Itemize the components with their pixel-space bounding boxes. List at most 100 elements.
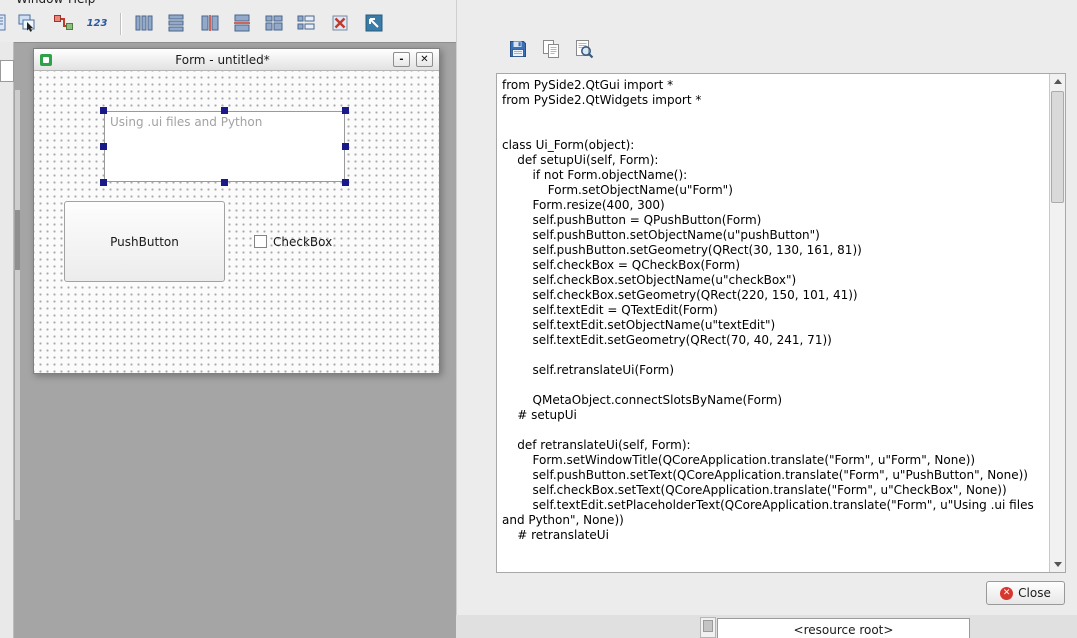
dialog-toolbar <box>505 36 597 62</box>
code-line: self.checkBox.setGeometry(QRect(220, 150… <box>502 288 1046 303</box>
form-editor-window: Form - untitled* - ✕ Using .ui files and… <box>33 48 440 374</box>
scroll-up-arrow[interactable] <box>1050 74 1065 89</box>
toolbar-partial-button[interactable] <box>0 10 12 36</box>
resource-root-label: <resource root> <box>794 623 894 637</box>
code-line <box>502 123 1046 138</box>
resource-browser-fragment: <resource root> <box>456 615 1077 638</box>
code-line: # setupUi <box>502 408 1046 423</box>
code-line <box>502 108 1046 123</box>
code-line: QMetaObject.connectSlotsByName(Form) <box>502 393 1046 408</box>
layout-horizontal-splitter-button[interactable] <box>197 10 223 36</box>
form-window-icon <box>40 54 52 66</box>
layout-horizontal-splitter-icon <box>199 12 221 34</box>
code-line: self.textEdit.setGeometry(QRect(70, 40, … <box>502 333 1046 348</box>
code-line: self.checkBox = QCheckBox(Form) <box>502 258 1046 273</box>
widgetbox-filter-fragment[interactable] <box>0 60 14 82</box>
scroll-down-arrow[interactable] <box>1050 557 1065 572</box>
code-line: Form.setObjectName(u"Form") <box>502 183 1046 198</box>
checkbox-widget[interactable]: CheckBox <box>254 221 355 262</box>
document-partial-icon <box>0 12 10 34</box>
layout-horizontal-icon <box>133 12 155 34</box>
save-icon <box>507 38 529 60</box>
selection-handle[interactable] <box>342 107 349 114</box>
code-line: from PySide2.QtGui import * <box>502 78 1046 93</box>
copy-button[interactable] <box>538 36 564 62</box>
widgetbox-scrollbar-handle[interactable] <box>15 210 20 270</box>
form-canvas[interactable]: Using .ui files and Python PushButton Ch… <box>34 71 439 373</box>
edit-signals-slots-button[interactable] <box>50 10 76 36</box>
code-preview-dialog: from PySide2.QtGui import *from PySide2.… <box>456 0 1077 615</box>
checkbox-indicator <box>254 235 267 248</box>
resource-scrollbar[interactable] <box>700 617 716 638</box>
layout-horizontal-button[interactable] <box>131 10 157 36</box>
widgetbox-panel-fragment <box>0 42 14 638</box>
layout-grid-icon <box>263 12 285 34</box>
code-line: self.pushButton = QPushButton(Form) <box>502 213 1046 228</box>
textedit-placeholder: Using .ui files and Python <box>104 111 345 182</box>
code-line: self.checkBox.setText(QCoreApplication.t… <box>502 483 1046 498</box>
code-line: def retranslateUi(self, Form): <box>502 438 1046 453</box>
code-line: self.textEdit.setObjectName(u"textEdit") <box>502 318 1046 333</box>
find-button[interactable] <box>571 36 597 62</box>
form-window-titlebar[interactable]: Form - untitled* - ✕ <box>34 49 439 71</box>
close-button[interactable]: ✕ Close <box>986 581 1065 605</box>
edit-widgets-button[interactable] <box>14 10 40 36</box>
toolbar-separator <box>120 13 121 35</box>
form-close-button[interactable]: ✕ <box>416 52 433 67</box>
edit-tab-order-icon: 123 <box>87 18 108 29</box>
code-line <box>502 348 1046 363</box>
code-text[interactable]: from PySide2.QtGui import *from PySide2.… <box>502 78 1046 568</box>
form-window-title: Form - untitled* <box>58 53 387 67</box>
code-line: Form.resize(400, 300) <box>502 198 1046 213</box>
code-line: if not Form.objectName(): <box>502 168 1046 183</box>
layout-vertical-button[interactable] <box>163 10 189 36</box>
selection-handle[interactable] <box>342 179 349 186</box>
resource-tree[interactable]: <resource root> <box>717 618 970 638</box>
layout-form-icon <box>295 12 317 34</box>
code-line: self.pushButton.setObjectName(u"pushButt… <box>502 228 1046 243</box>
code-line: self.textEdit = QTextEdit(Form) <box>502 303 1046 318</box>
close-label: Close <box>1018 586 1051 600</box>
layout-form-button[interactable] <box>293 10 319 36</box>
close-icon: ✕ <box>1000 587 1013 600</box>
edit-tab-order-button[interactable]: 123 <box>84 10 110 36</box>
selection-handle[interactable] <box>100 143 107 150</box>
code-line: self.pushButton.setGeometry(QRect(30, 13… <box>502 243 1046 258</box>
main-toolbar: 123 <box>0 6 456 42</box>
selection-handle[interactable] <box>100 107 107 114</box>
layout-vertical-splitter-icon <box>231 12 253 34</box>
checkbox-label: CheckBox <box>273 235 332 249</box>
layout-grid-button[interactable] <box>261 10 287 36</box>
layout-vertical-splitter-button[interactable] <box>229 10 255 36</box>
code-line: self.retranslateUi(Form) <box>502 363 1046 378</box>
scrollbar-handle[interactable] <box>1051 91 1064 203</box>
selection-handle[interactable] <box>221 107 228 114</box>
code-line: self.textEdit.setPlaceholderText(QCoreAp… <box>502 498 1046 513</box>
selection-handle[interactable] <box>221 179 228 186</box>
code-line: class Ui_Form(object): <box>502 138 1046 153</box>
adjust-size-icon <box>363 12 385 34</box>
copy-icon <box>540 38 562 60</box>
code-line: # retranslateUi <box>502 528 1046 543</box>
break-layout-icon <box>329 12 351 34</box>
break-layout-button[interactable] <box>327 10 353 36</box>
code-line: and Python", None)) <box>502 513 1046 528</box>
layout-vertical-icon <box>165 12 187 34</box>
save-button[interactable] <box>505 36 531 62</box>
code-line: from PySide2.QtWidgets import * <box>502 93 1046 108</box>
adjust-size-button[interactable] <box>361 10 387 36</box>
form-minimize-button[interactable]: - <box>393 52 410 67</box>
qt-designer-screen: Window Help 123 <box>0 0 1077 638</box>
edit-widgets-icon <box>16 12 38 34</box>
selection-handle[interactable] <box>100 179 107 186</box>
code-line: self.pushButton.setText(QCoreApplication… <box>502 468 1046 483</box>
resource-scrollbar-handle[interactable] <box>703 620 713 632</box>
textedit-widget[interactable]: Using .ui files and Python <box>104 111 345 182</box>
widgetbox-scrollbar[interactable] <box>15 90 20 520</box>
code-vertical-scrollbar[interactable] <box>1049 74 1065 572</box>
code-view[interactable]: from PySide2.QtGui import *from PySide2.… <box>496 73 1066 573</box>
code-line <box>502 378 1046 393</box>
pushbutton-widget[interactable]: PushButton <box>64 201 225 282</box>
code-line: Form.setWindowTitle(QCoreApplication.tra… <box>502 453 1046 468</box>
selection-handle[interactable] <box>342 143 349 150</box>
